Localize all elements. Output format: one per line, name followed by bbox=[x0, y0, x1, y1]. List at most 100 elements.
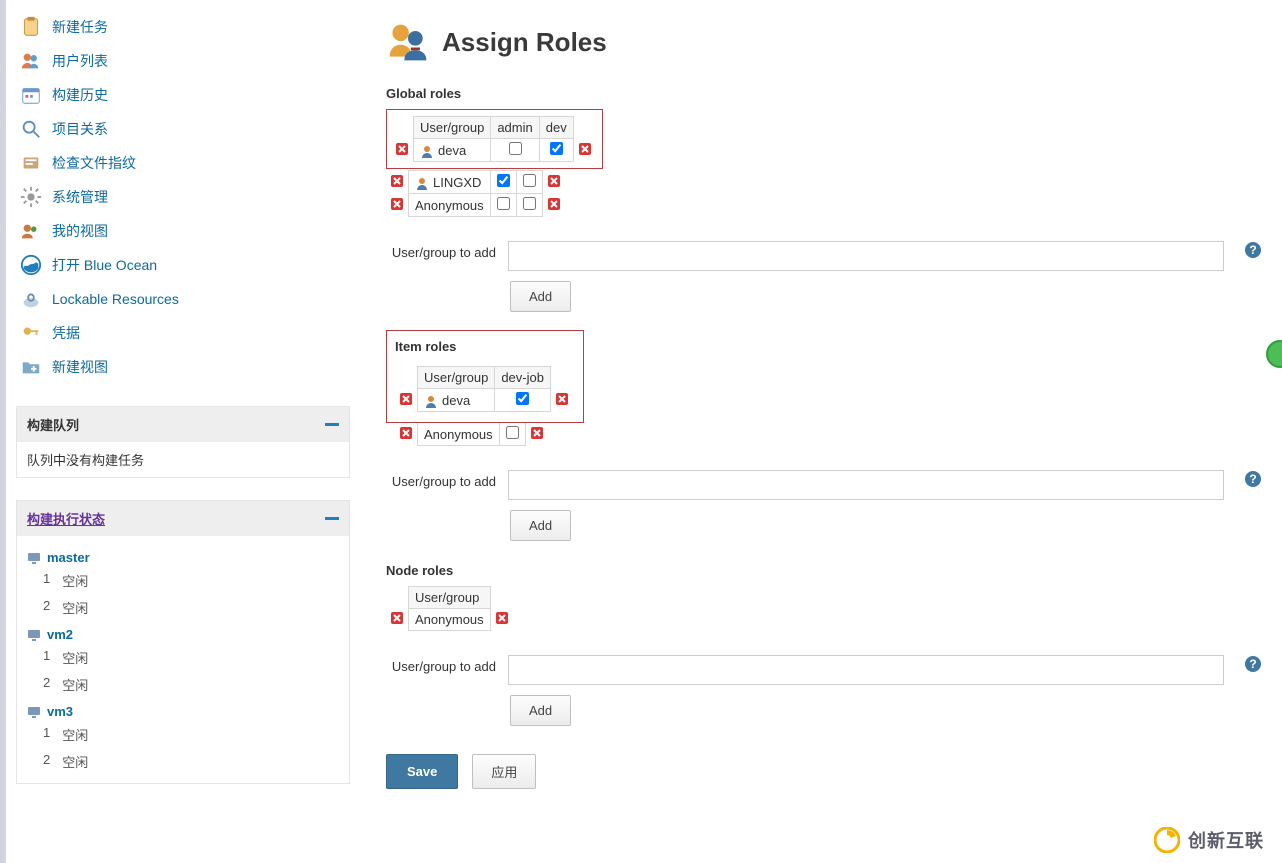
nav-new-job[interactable]: 新建任务 bbox=[16, 10, 350, 44]
global-roles-table: User/groupadmindev deva bbox=[391, 116, 596, 162]
delete-icon[interactable] bbox=[395, 142, 409, 156]
gear-icon bbox=[20, 186, 42, 208]
delete-icon[interactable] bbox=[390, 611, 404, 625]
column-header: admin bbox=[491, 117, 539, 139]
svg-text:?: ? bbox=[1249, 657, 1256, 671]
nav-manage[interactable]: 系统管理 bbox=[16, 180, 350, 214]
build-queue-panel: 构建队列 队列中没有构建任务 bbox=[16, 406, 350, 478]
role-checkbox[interactable] bbox=[497, 174, 510, 187]
delete-icon[interactable] bbox=[547, 197, 561, 211]
build-queue-title: 构建队列 bbox=[27, 415, 79, 434]
delete-icon[interactable] bbox=[555, 392, 569, 406]
delete-icon[interactable] bbox=[399, 426, 413, 440]
fingerprint-icon bbox=[20, 152, 42, 174]
role-checkbox[interactable] bbox=[509, 142, 522, 155]
sidebar-nav: 新建任务 用户列表 构建历史 项目关系 bbox=[16, 10, 350, 384]
collapse-icon[interactable] bbox=[325, 423, 339, 426]
users-small-icon bbox=[20, 220, 42, 242]
assign-roles-icon bbox=[386, 20, 430, 64]
help-icon[interactable]: ? bbox=[1244, 241, 1262, 259]
item-add-input[interactable] bbox=[508, 470, 1224, 500]
apply-button[interactable]: 应用 bbox=[472, 754, 536, 789]
delete-icon[interactable] bbox=[495, 611, 509, 625]
nav-label[interactable]: 打开 Blue Ocean bbox=[52, 255, 157, 275]
nav-fingerprints[interactable]: 检查文件指纹 bbox=[16, 146, 350, 180]
nav-build-history[interactable]: 构建历史 bbox=[16, 78, 350, 112]
user-cell: LINGXD bbox=[409, 171, 491, 194]
node-roles-heading: Node roles bbox=[386, 563, 1262, 578]
user-cell: deva bbox=[418, 389, 495, 412]
nav-credentials[interactable]: 凭据 bbox=[16, 316, 350, 350]
watermark-icon bbox=[1154, 827, 1180, 853]
global-roles-highlight: User/groupadmindev deva bbox=[386, 109, 603, 169]
global-add-button[interactable]: Add bbox=[510, 281, 571, 312]
role-checkbox[interactable] bbox=[506, 426, 519, 439]
column-header: User/group bbox=[409, 587, 491, 609]
executor-slot: 2空闲 bbox=[27, 748, 339, 775]
nav-label[interactable]: 我的视图 bbox=[52, 221, 108, 241]
role-checkbox[interactable] bbox=[516, 392, 529, 405]
collapse-icon[interactable] bbox=[325, 517, 339, 520]
delete-icon[interactable] bbox=[578, 142, 592, 156]
nav-new-view[interactable]: 新建视图 bbox=[16, 350, 350, 384]
executors-title[interactable]: 构建执行状态 bbox=[27, 509, 105, 528]
save-button[interactable]: Save bbox=[386, 754, 458, 789]
nav-label[interactable]: 检查文件指纹 bbox=[52, 153, 136, 173]
nav-label[interactable]: 新建视图 bbox=[52, 357, 108, 377]
nav-label[interactable]: 新建任务 bbox=[52, 17, 108, 37]
delete-icon[interactable] bbox=[530, 426, 544, 440]
computer-icon bbox=[27, 628, 41, 642]
delete-icon[interactable] bbox=[390, 197, 404, 211]
main-content: Assign Roles Global roles User/groupadmi… bbox=[350, 0, 1282, 863]
nav-users[interactable]: 用户列表 bbox=[16, 44, 350, 78]
node-add-input[interactable] bbox=[508, 655, 1224, 685]
nav-label[interactable]: 构建历史 bbox=[52, 85, 108, 105]
nav-label[interactable]: 系统管理 bbox=[52, 187, 108, 207]
nav-blue-ocean[interactable]: 打开 Blue Ocean bbox=[16, 248, 350, 282]
executor-node[interactable]: master bbox=[27, 544, 339, 567]
key-icon bbox=[20, 322, 42, 344]
executor-slot: 1空闲 bbox=[27, 721, 339, 748]
search-icon bbox=[20, 118, 42, 140]
nav-my-views[interactable]: 我的视图 bbox=[16, 214, 350, 248]
column-header: dev bbox=[539, 117, 573, 139]
item-add-label: User/group to add bbox=[386, 470, 496, 489]
executor-node[interactable]: vm3 bbox=[27, 698, 339, 721]
column-header: dev-job bbox=[495, 367, 551, 389]
users-icon bbox=[20, 50, 42, 72]
executors-panel: 构建执行状态 master1空闲2空闲vm21空闲2空闲vm31空闲2空闲 bbox=[16, 500, 350, 784]
role-checkbox[interactable] bbox=[523, 174, 536, 187]
computer-icon bbox=[27, 551, 41, 565]
svg-text:?: ? bbox=[1249, 472, 1256, 486]
table-row: deva bbox=[395, 389, 573, 412]
watermark-text: 创新互联 bbox=[1188, 827, 1264, 853]
blue-ocean-icon bbox=[20, 254, 42, 276]
table-row: LINGXD bbox=[386, 171, 565, 194]
delete-icon[interactable] bbox=[390, 174, 404, 188]
executor-node[interactable]: vm2 bbox=[27, 621, 339, 644]
role-checkbox[interactable] bbox=[497, 197, 510, 210]
role-checkbox[interactable] bbox=[523, 197, 536, 210]
help-icon[interactable]: ? bbox=[1244, 655, 1262, 673]
help-icon[interactable]: ? bbox=[1244, 470, 1262, 488]
item-roles-table-extra: Anonymous bbox=[395, 422, 548, 446]
nav-label[interactable]: Lockable Resources bbox=[52, 291, 179, 307]
nav-project-relation[interactable]: 项目关系 bbox=[16, 112, 350, 146]
nav-label[interactable]: 用户列表 bbox=[52, 51, 108, 71]
nav-lockable[interactable]: Lockable Resources bbox=[16, 282, 350, 316]
item-add-button[interactable]: Add bbox=[510, 510, 571, 541]
global-add-input[interactable] bbox=[508, 241, 1224, 271]
side-badge-icon[interactable] bbox=[1266, 340, 1282, 368]
delete-icon[interactable] bbox=[399, 392, 413, 406]
column-header: User/group bbox=[414, 117, 491, 139]
delete-icon[interactable] bbox=[547, 174, 561, 188]
user-cell: deva bbox=[414, 139, 491, 162]
user-cell: Anonymous bbox=[418, 423, 500, 446]
nav-label[interactable]: 凭据 bbox=[52, 323, 80, 343]
nav-label[interactable]: 项目关系 bbox=[52, 119, 108, 139]
node-add-button[interactable]: Add bbox=[510, 695, 571, 726]
svg-text:?: ? bbox=[1249, 243, 1256, 257]
sidebar: 新建任务 用户列表 构建历史 项目关系 bbox=[0, 0, 350, 863]
executor-slot: 2空闲 bbox=[27, 671, 339, 698]
role-checkbox[interactable] bbox=[550, 142, 563, 155]
